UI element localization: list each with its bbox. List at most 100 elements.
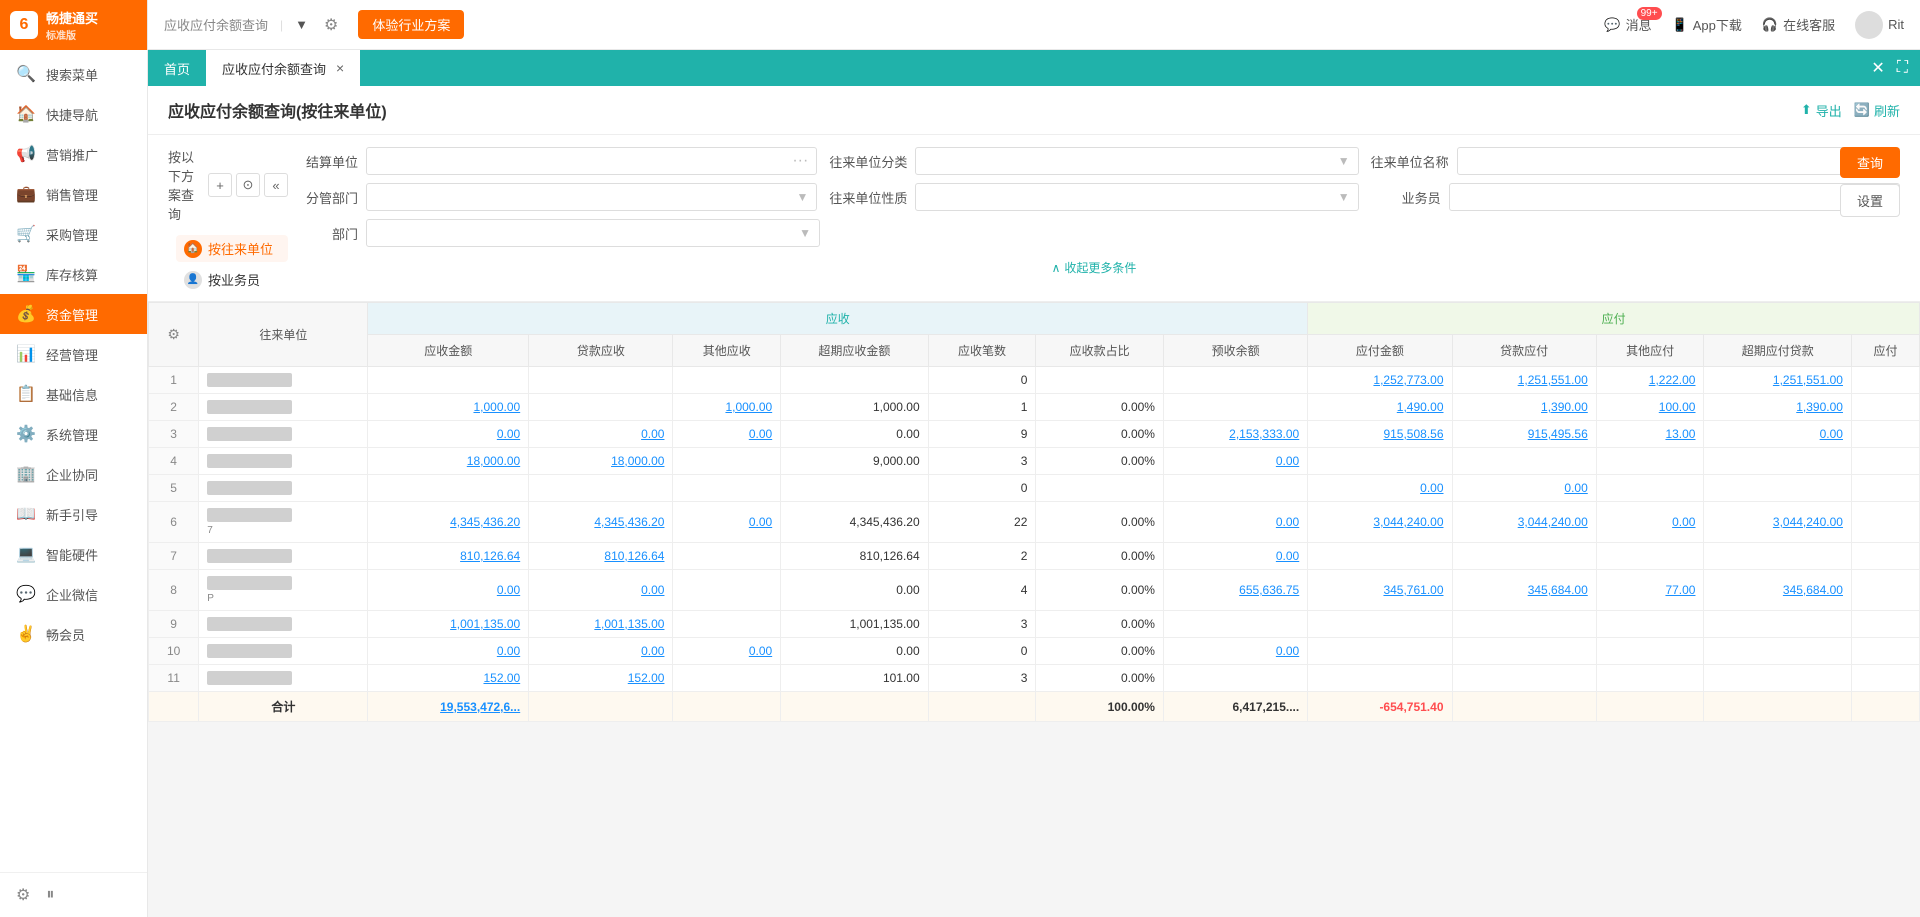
sidebar-item-finance[interactable]: 💰资金管理: [0, 294, 147, 334]
sidebar-item-inventory[interactable]: 🏪库存核算: [0, 254, 147, 294]
sidebar-item-marketing[interactable]: 📢营销推广: [0, 134, 147, 174]
sidebar-label-inventory: 库存核算: [46, 265, 98, 284]
query-button[interactable]: 查询: [1840, 147, 1900, 178]
collapse-button[interactable]: ∧ 收起更多条件: [1040, 255, 1149, 280]
sidebar-label-search: 搜索菜单: [46, 65, 98, 84]
header-nav-dropdown[interactable]: ▼: [295, 17, 308, 32]
filter-option-by-staff[interactable]: 👤 按业务员: [176, 266, 288, 293]
sidebar-item-enterprise[interactable]: 🏢企业协同: [0, 454, 147, 494]
sidebar-item-member[interactable]: ✌️畅会员: [0, 614, 147, 654]
row-num-8: 9: [149, 611, 199, 638]
refresh-label: 刷新: [1874, 101, 1900, 120]
dept-arrow-icon: ▼: [796, 190, 808, 204]
row-ap2-1: [1851, 394, 1919, 421]
row-other-ar-5: 0.00: [673, 502, 781, 543]
export-button[interactable]: ⬆ 导出: [1801, 101, 1842, 120]
footer-empty5: [928, 692, 1036, 722]
filter-field-settlement: 结算单位 ···: [288, 147, 817, 175]
row-ar-pct-9: 0.00%: [1036, 638, 1164, 665]
wechat-icon: 💬: [16, 584, 36, 604]
collapse-bottom-icon[interactable]: ⏸: [46, 886, 54, 904]
footer-ap-total: -654,751.40: [1308, 692, 1452, 722]
filter-left-panel: 按以下方案查询 + ⊙ « 🏠 按往来单位 👤 按业务员: [168, 147, 288, 293]
table-settings-icon[interactable]: ⚙: [167, 326, 180, 342]
table-row: 6 ██████████7 4,345,436.20 4,345,436.20 …: [149, 502, 1920, 543]
app-download-button[interactable]: 📱 App下载: [1672, 15, 1742, 34]
tab-bar-close-icon[interactable]: ✕: [1871, 58, 1884, 78]
user-profile[interactable]: Rit: [1855, 11, 1904, 39]
filter-tab-icons: + ⊙ «: [208, 173, 288, 197]
add-filter-icon[interactable]: +: [208, 173, 232, 197]
row-other-ar-0: [673, 367, 781, 394]
table-row: 9 ██████████ 1,001,135.00 1,001,135.00 1…: [149, 611, 1920, 638]
row-num-3: 4: [149, 448, 199, 475]
sidebar-item-system[interactable]: ⚙️系统管理: [0, 414, 147, 454]
table-row: 2 ██████████ 1,000.00 1,000.00 1,000.00 …: [149, 394, 1920, 421]
table-row: 10 ██████████ 0.00 0.00 0.00 0.00 0 0.00…: [149, 638, 1920, 665]
table-container[interactable]: ⚙ 往来单位 应收 应付 应收金额 贷款应收 其他应收 超期应收金额 应收笔数 …: [148, 302, 1920, 913]
tab-ar-ap[interactable]: 应收应付余额查询 ×: [206, 50, 360, 86]
row-ap2-0: [1851, 367, 1919, 394]
row-ar-9: 0.00: [368, 638, 529, 665]
unit-name-input[interactable]: [1457, 147, 1900, 175]
dept-input[interactable]: ▼: [366, 183, 817, 211]
sidebar-label-hardware: 智能硬件: [46, 545, 98, 564]
unit-nature-input[interactable]: ▼: [915, 183, 1358, 211]
tab-close-icon[interactable]: ×: [336, 60, 344, 76]
sidebar-item-sales[interactable]: 💼销售管理: [0, 174, 147, 214]
department-input[interactable]: ▼: [366, 219, 820, 247]
row-other-ar-10: [673, 665, 781, 692]
row-other-ar-4: [673, 475, 781, 502]
salesman-input[interactable]: ···: [1449, 183, 1900, 211]
refresh-button[interactable]: 🔄 刷新: [1854, 101, 1900, 120]
unit-category-label: 往来单位分类: [829, 152, 907, 171]
unit-category-input[interactable]: ▼: [915, 147, 1358, 175]
row-overdue-ap-5: 3,044,240.00: [1704, 502, 1851, 543]
row-loan-ap-2: 915,495.56: [1452, 421, 1596, 448]
sidebar-item-search[interactable]: 🔍搜索菜单: [0, 54, 147, 94]
table-row: 1 ██████████ 0 1,252,773.00 1,251,551.00…: [149, 367, 1920, 394]
row-num-5: 6: [149, 502, 199, 543]
basic-icon: 📋: [16, 384, 36, 404]
row-loan-ar-3: 18,000.00: [529, 448, 673, 475]
settings-filter-icon[interactable]: ⊙: [236, 173, 260, 197]
header-breadcrumb: 应收应付余额查询: [164, 15, 268, 34]
filter-option-by-unit[interactable]: 🏠 按往来单位: [176, 235, 288, 262]
promo-button[interactable]: 体验行业方案: [358, 10, 464, 39]
tab-bar: 首页 应收应付余额查询 × ✕ ⛶: [148, 50, 1920, 86]
row-ar-3: 18,000.00: [368, 448, 529, 475]
sidebar-item-guide[interactable]: 📖新手引导: [0, 494, 147, 534]
service-button[interactable]: 🎧 在线客服: [1762, 15, 1835, 34]
row-ar-pct-1: 0.00%: [1036, 394, 1164, 421]
th-loan-ap: 贷款应付: [1452, 335, 1596, 367]
sidebar-label-member: 畅会员: [46, 625, 85, 644]
row-ap2-4: [1851, 475, 1919, 502]
sidebar-item-hardware[interactable]: 💻智能硬件: [0, 534, 147, 574]
th-settings[interactable]: ⚙: [149, 303, 199, 367]
sidebar-item-operations[interactable]: 📊经营管理: [0, 334, 147, 374]
operations-icon: 📊: [16, 344, 36, 364]
row-overdue-ap-1: 1,390.00: [1704, 394, 1851, 421]
filter-area: 按以下方案查询 + ⊙ « 🏠 按往来单位 👤 按业务员: [148, 135, 1920, 302]
tab-bar-maximize-icon[interactable]: ⛶: [1897, 59, 1908, 77]
settlement-input[interactable]: ···: [366, 147, 817, 175]
sidebar-item-purchase[interactable]: 🛒采购管理: [0, 214, 147, 254]
filter-option-staff-label: 按业务员: [208, 270, 260, 289]
sidebar-item-basic[interactable]: 📋基础信息: [0, 374, 147, 414]
header-right: 💬 消息 99+ 📱 App下载 🎧 在线客服 Rit: [1604, 11, 1904, 39]
messages-button[interactable]: 💬 消息 99+: [1604, 15, 1651, 34]
sidebar-item-quick[interactable]: 🏠快捷导航: [0, 94, 147, 134]
settings-button[interactable]: 设置: [1840, 184, 1900, 217]
footer-empty: [149, 692, 199, 722]
row-overdue-ar-9: 0.00: [781, 638, 928, 665]
tab-home[interactable]: 首页: [148, 50, 206, 86]
settings-bottom-icon[interactable]: ⚙: [16, 885, 30, 905]
filter-option-unit-icon: 🏠: [184, 240, 202, 258]
app-icon: 📱: [1672, 17, 1688, 33]
sidebar-item-wechat[interactable]: 💬企业微信: [0, 574, 147, 614]
row-unit-5: ██████████7: [199, 502, 368, 543]
row-ar-count-4: 0: [928, 475, 1036, 502]
header-settings-icon[interactable]: ⚙: [324, 15, 338, 35]
row-other-ap-6: [1596, 543, 1704, 570]
collapse-filter-icon[interactable]: «: [264, 173, 288, 197]
